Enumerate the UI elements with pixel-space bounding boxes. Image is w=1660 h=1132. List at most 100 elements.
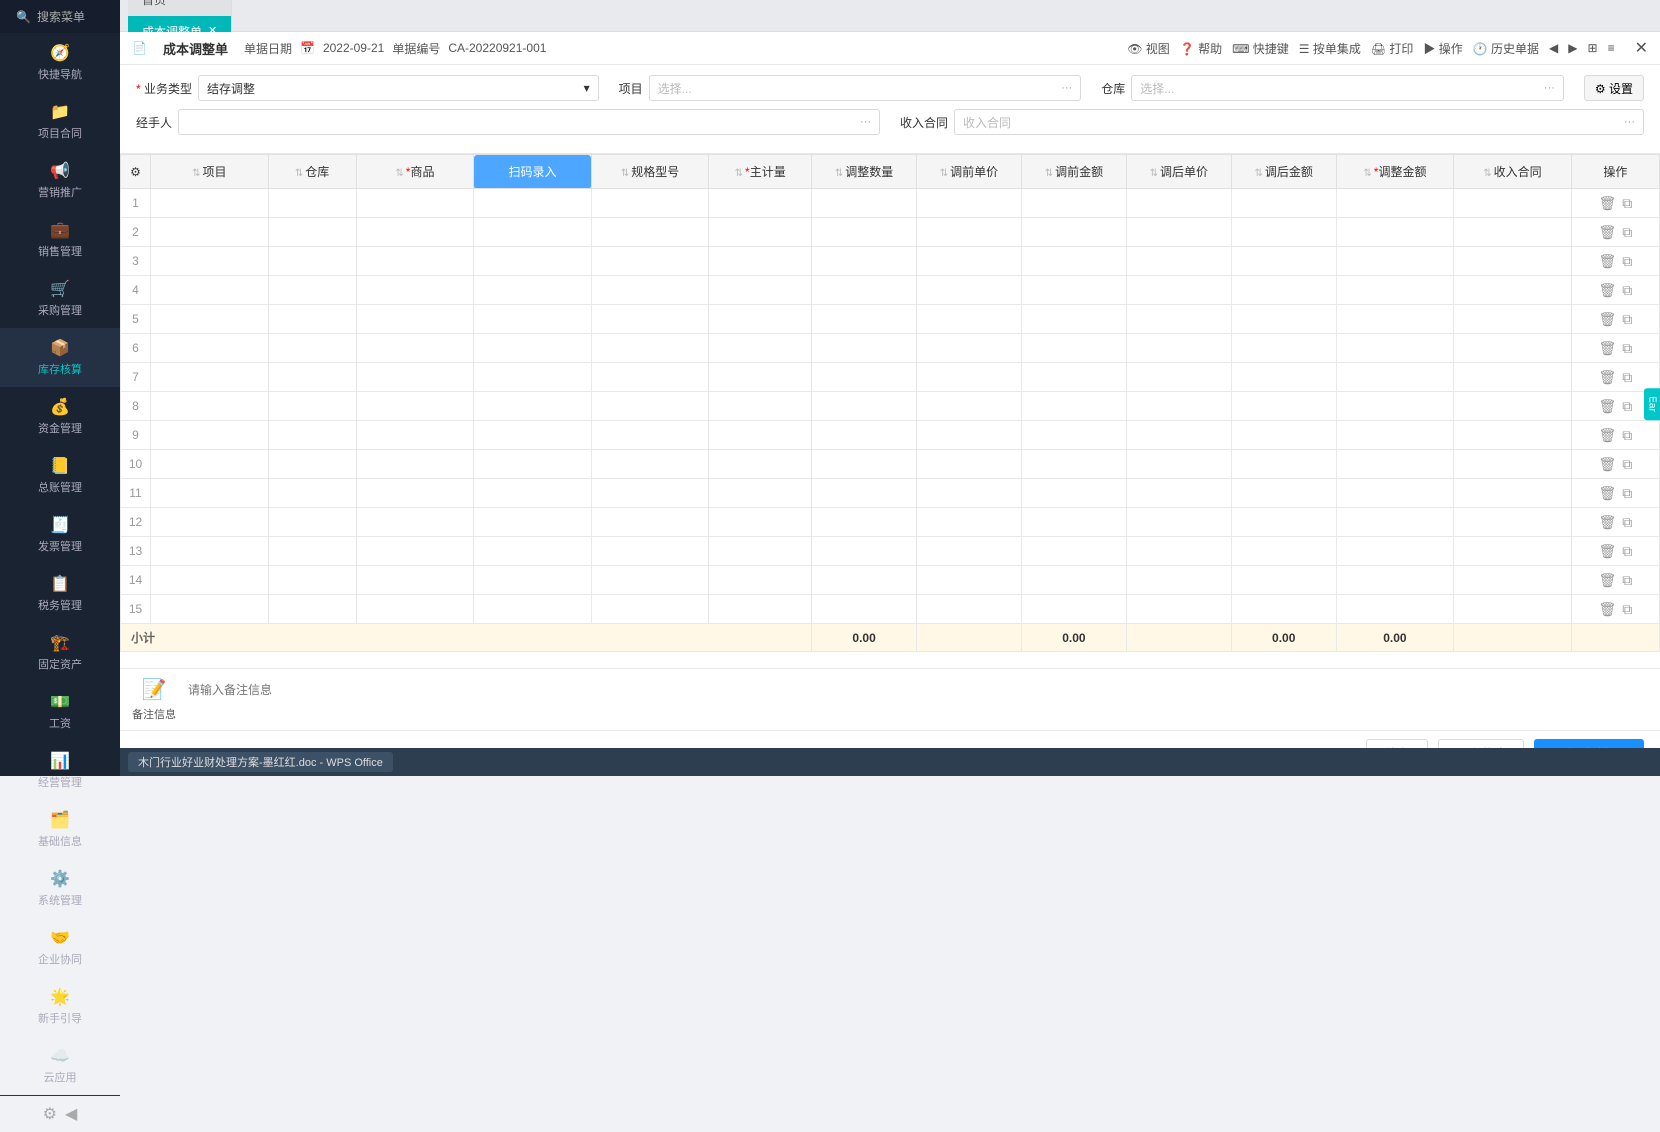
col-setting-header[interactable]: ⚙ xyxy=(121,155,151,189)
cell-3-3[interactable] xyxy=(474,247,592,276)
cell-8-6[interactable] xyxy=(812,392,917,421)
batch-ops-action[interactable]: ☰ 按单集成 xyxy=(1299,40,1361,57)
cell-8-9[interactable] xyxy=(1126,392,1231,421)
cell-9-4[interactable] xyxy=(591,421,709,450)
cell-2-11[interactable] xyxy=(1336,218,1454,247)
cell-14-7[interactable] xyxy=(917,566,1022,595)
settings-icon[interactable]: ⚙ xyxy=(43,1104,57,1124)
taskbar-item-wps[interactable]: 木门行业好业财处理方案-墨红红.doc - WPS Office xyxy=(128,752,393,772)
cell-6-12[interactable] xyxy=(1454,334,1572,363)
copy-icon-9[interactable]: ⧉ xyxy=(1622,427,1632,444)
cell-2-3[interactable] xyxy=(474,218,592,247)
list-view-btn[interactable]: ≡ xyxy=(1608,41,1615,55)
cell-2-9[interactable] xyxy=(1126,218,1231,247)
sidebar-item-sales-promotion[interactable]: 📢营销推广 xyxy=(0,151,120,210)
cell-4-2[interactable] xyxy=(356,276,474,305)
cell-7-7[interactable] xyxy=(917,363,1022,392)
income-contract-input[interactable]: 收入合同 ··· xyxy=(954,109,1644,135)
delete-icon-3[interactable]: 🗑 xyxy=(1598,253,1616,270)
copy-icon-7[interactable]: ⧉ xyxy=(1622,369,1632,386)
cell-11-12[interactable] xyxy=(1454,479,1572,508)
cell-2-1[interactable] xyxy=(268,218,356,247)
cell-13-5[interactable] xyxy=(709,537,812,566)
delete-icon-4[interactable]: 🗑 xyxy=(1598,282,1616,299)
warehouse-input[interactable]: 选择... ··· xyxy=(1131,75,1564,101)
delete-icon-2[interactable]: 🗑 xyxy=(1598,224,1616,241)
cell-3-10[interactable] xyxy=(1231,247,1336,276)
cell-14-3[interactable] xyxy=(474,566,592,595)
cell-9-0[interactable] xyxy=(151,421,269,450)
cell-6-7[interactable] xyxy=(917,334,1022,363)
cell-3-1[interactable] xyxy=(268,247,356,276)
sidebar-item-cloud-apps[interactable]: ☁️云应用 xyxy=(0,1036,120,1095)
cell-14-5[interactable] xyxy=(709,566,812,595)
sidebar-item-quick-nav[interactable]: 🧭快捷导航 xyxy=(0,33,120,92)
cell-14-1[interactable] xyxy=(268,566,356,595)
cell-1-11[interactable] xyxy=(1336,189,1454,218)
sidebar-item-funds-mgmt[interactable]: 💰资金管理 xyxy=(0,387,120,446)
cell-5-1[interactable] xyxy=(268,305,356,334)
copy-icon-2[interactable]: ⧉ xyxy=(1622,224,1632,241)
cell-8-11[interactable] xyxy=(1336,392,1454,421)
cell-11-2[interactable] xyxy=(356,479,474,508)
cell-13-12[interactable] xyxy=(1454,537,1572,566)
sidebar-item-purchase-mgmt[interactable]: 🛒采购管理 xyxy=(0,269,120,328)
cell-3-0[interactable] xyxy=(151,247,269,276)
cell-14-9[interactable] xyxy=(1126,566,1231,595)
cell-7-10[interactable] xyxy=(1231,363,1336,392)
cell-13-7[interactable] xyxy=(917,537,1022,566)
cell-8-1[interactable] xyxy=(268,392,356,421)
cell-4-6[interactable] xyxy=(812,276,917,305)
copy-icon-15[interactable]: ⧉ xyxy=(1622,601,1632,618)
cell-12-4[interactable] xyxy=(591,508,709,537)
sidebar-item-sales-mgmt[interactable]: 💼销售管理 xyxy=(0,210,120,269)
cell-7-6[interactable] xyxy=(812,363,917,392)
cell-10-3[interactable] xyxy=(474,450,592,479)
cell-5-10[interactable] xyxy=(1231,305,1336,334)
cell-9-12[interactable] xyxy=(1454,421,1572,450)
cell-2-8[interactable] xyxy=(1021,218,1126,247)
cell-4-3[interactable] xyxy=(474,276,592,305)
cell-6-4[interactable] xyxy=(591,334,709,363)
cell-12-10[interactable] xyxy=(1231,508,1336,537)
cell-2-10[interactable] xyxy=(1231,218,1336,247)
cell-15-1[interactable] xyxy=(268,595,356,624)
cell-9-3[interactable] xyxy=(474,421,592,450)
cell-4-1[interactable] xyxy=(268,276,356,305)
col-scan-header[interactable]: 扫码录入 xyxy=(474,155,592,189)
cell-15-8[interactable] xyxy=(1021,595,1126,624)
cell-12-6[interactable] xyxy=(812,508,917,537)
notes-input[interactable] xyxy=(188,677,1648,713)
cell-10-6[interactable] xyxy=(812,450,917,479)
sidebar-item-sys-mgmt[interactable]: ⚙️系统管理 xyxy=(0,859,120,918)
cell-11-9[interactable] xyxy=(1126,479,1231,508)
cell-8-10[interactable] xyxy=(1231,392,1336,421)
copy-icon-5[interactable]: ⧉ xyxy=(1622,311,1632,328)
cell-14-11[interactable] xyxy=(1336,566,1454,595)
cell-3-2[interactable] xyxy=(356,247,474,276)
cell-4-4[interactable] xyxy=(591,276,709,305)
cell-15-0[interactable] xyxy=(151,595,269,624)
cell-1-0[interactable] xyxy=(151,189,269,218)
cell-9-2[interactable] xyxy=(356,421,474,450)
print-action[interactable]: 🖨 打印 xyxy=(1371,40,1414,57)
project-input[interactable]: 选择... ··· xyxy=(649,75,1082,101)
cell-4-10[interactable] xyxy=(1231,276,1336,305)
cell-3-9[interactable] xyxy=(1126,247,1231,276)
cell-5-11[interactable] xyxy=(1336,305,1454,334)
cell-10-2[interactable] xyxy=(356,450,474,479)
cell-5-2[interactable] xyxy=(356,305,474,334)
delete-icon-8[interactable]: 🗑 xyxy=(1598,398,1616,415)
cell-15-11[interactable] xyxy=(1336,595,1454,624)
cell-10-11[interactable] xyxy=(1336,450,1454,479)
history-action[interactable]: 🕐 历史单据 xyxy=(1473,40,1539,57)
delete-icon-1[interactable]: 🗑 xyxy=(1598,195,1616,212)
copy-icon-10[interactable]: ⧉ xyxy=(1622,456,1632,473)
cell-8-2[interactable] xyxy=(356,392,474,421)
cell-13-10[interactable] xyxy=(1231,537,1336,566)
cell-8-8[interactable] xyxy=(1021,392,1126,421)
cell-1-3[interactable] xyxy=(474,189,592,218)
cell-5-0[interactable] xyxy=(151,305,269,334)
cell-7-5[interactable] xyxy=(709,363,812,392)
cell-4-11[interactable] xyxy=(1336,276,1454,305)
